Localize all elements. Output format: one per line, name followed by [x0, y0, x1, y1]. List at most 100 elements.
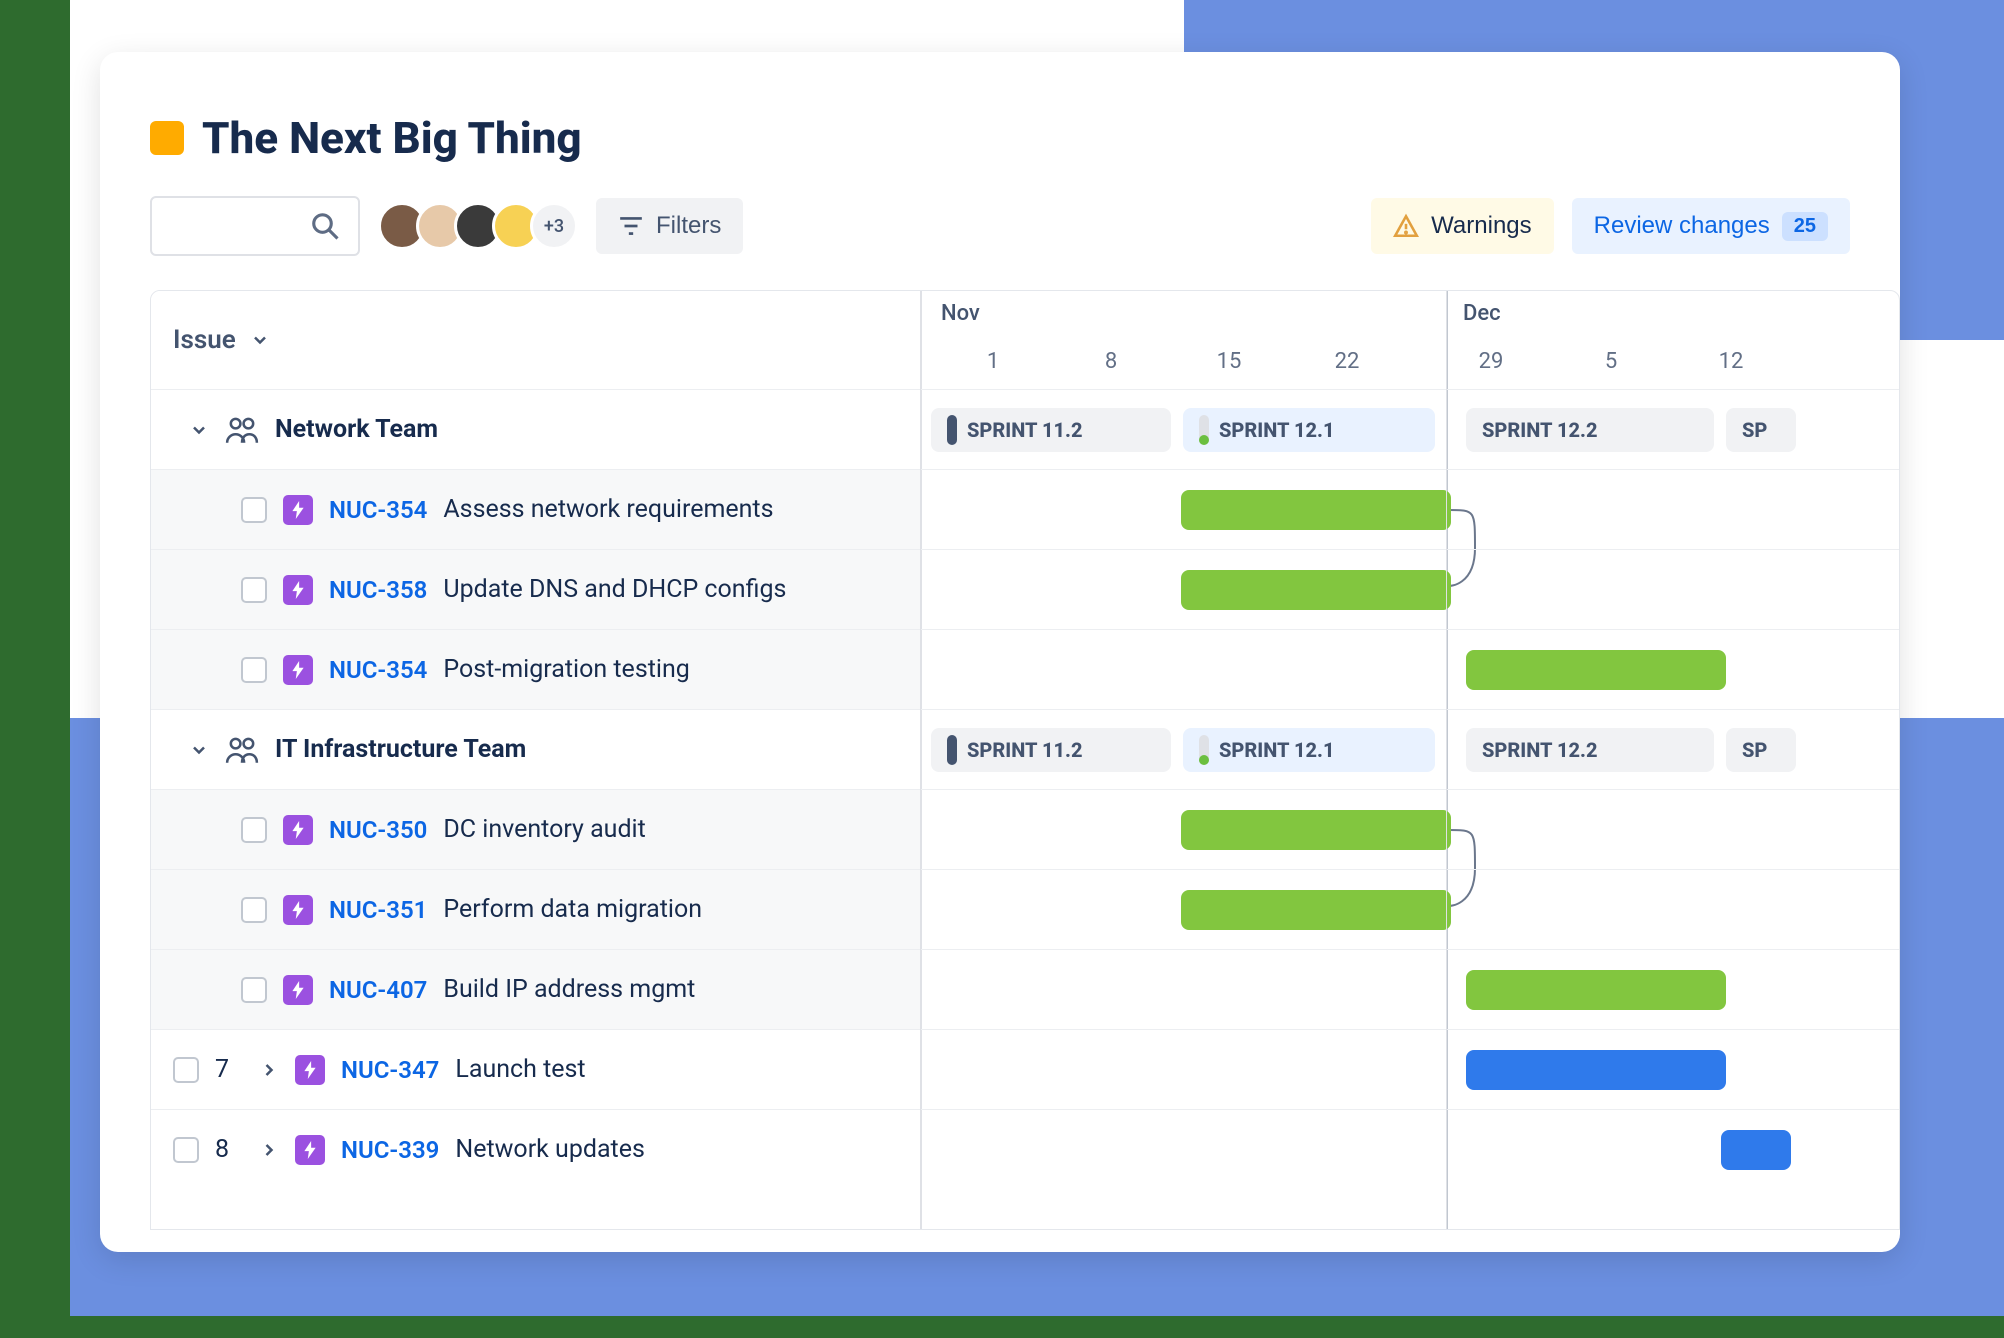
issue-column-header[interactable]: Issue [151, 291, 920, 389]
sprint-chip[interactable]: SP [1726, 728, 1796, 772]
epic-icon [283, 655, 313, 685]
issue-summary: DC inventory audit [443, 815, 645, 844]
epic-icon [283, 495, 313, 525]
issue-summary: Build IP address mgmt [443, 975, 695, 1004]
sprint-label: SPRINT 12.2 [1482, 418, 1598, 442]
issue-summary: Assess network requirements [443, 495, 773, 524]
timeline-bar[interactable] [1181, 810, 1451, 850]
issue-summary: Network updates [455, 1135, 645, 1164]
timeline-lane [921, 629, 1899, 709]
issue-row[interactable]: NUC-351 Perform data migration [151, 869, 920, 949]
row-number: 7 [215, 1055, 243, 1084]
month-label: Nov [941, 301, 980, 326]
checkbox[interactable] [173, 1137, 199, 1163]
checkbox[interactable] [173, 1057, 199, 1083]
bg-shape [0, 1316, 2004, 1338]
checkbox[interactable] [241, 577, 267, 603]
checkbox[interactable] [241, 977, 267, 1003]
issue-summary: Perform data migration [443, 895, 702, 924]
timeline-bar[interactable] [1466, 650, 1726, 690]
month-label: Dec [1463, 301, 1501, 326]
issue-key[interactable]: NUC-339 [341, 1136, 439, 1164]
issue-key[interactable]: NUC-350 [329, 816, 427, 844]
sprint-lane: SPRINT 11.2 SPRINT 12.1 SPRINT 12.2 SP [921, 709, 1899, 789]
team-group-row[interactable]: IT Infrastructure Team [151, 709, 920, 789]
timeline-bar[interactable] [1181, 570, 1451, 610]
timeline-lane [921, 1029, 1899, 1109]
issue-key[interactable]: NUC-351 [329, 896, 427, 924]
day-tick: 1 [987, 349, 999, 374]
issue-key[interactable]: NUC-354 [329, 496, 427, 524]
review-changes-button[interactable]: Review changes 25 [1572, 198, 1850, 254]
team-group-row[interactable]: Network Team [151, 389, 920, 469]
issue-summary: Post-migration testing [443, 655, 689, 684]
sprint-label: SPRINT 12.1 [1219, 738, 1335, 762]
issue-key[interactable]: NUC-407 [329, 976, 427, 1004]
chevron-down-icon [189, 420, 209, 440]
chevron-right-icon [259, 1060, 279, 1080]
sprint-label: SPRINT 11.2 [967, 418, 1083, 442]
timeline-bar[interactable] [1466, 1050, 1726, 1090]
checkbox[interactable] [241, 657, 267, 683]
issue-key[interactable]: NUC-354 [329, 656, 427, 684]
review-count-badge: 25 [1782, 212, 1828, 241]
sprint-chip[interactable]: SPRINT 12.1 [1183, 408, 1435, 452]
day-tick: 29 [1479, 349, 1504, 374]
epic-icon [283, 975, 313, 1005]
avatar-stack[interactable]: +3 [378, 202, 578, 250]
day-tick: 15 [1217, 349, 1242, 374]
app-card: The Next Big Thing +3 Filters Warnings [100, 52, 1900, 1252]
timeline-bar[interactable] [1466, 970, 1726, 1010]
issue-row[interactable]: 7NUC-347Launch test [151, 1029, 920, 1109]
timeline-lane [921, 469, 1899, 549]
sprint-chip[interactable]: SPRINT 12.1 [1183, 728, 1435, 772]
sprint-lane: SPRINT 11.2 SPRINT 12.1 SPRINT 12.2 SP [921, 389, 1899, 469]
issue-key[interactable]: NUC-347 [341, 1056, 439, 1084]
team-icon [225, 414, 259, 446]
checkbox[interactable] [241, 897, 267, 923]
sprint-label: SP [1742, 418, 1767, 442]
issue-row[interactable]: 8NUC-339Network updates [151, 1109, 920, 1189]
timeline-panel[interactable]: NovDec 18152229512 SPRINT 11.2SPRINT 12.… [921, 291, 1899, 1229]
review-label: Review changes [1594, 212, 1770, 240]
sprint-chip[interactable]: SPRINT 12.2 [1466, 408, 1714, 452]
sprint-chip[interactable]: SP [1726, 408, 1796, 452]
sprint-chip[interactable]: SPRINT 12.2 [1466, 728, 1714, 772]
search-input[interactable] [150, 196, 360, 256]
timeline-board: Issue Network Team NUC-354 Assess network … [150, 290, 1900, 1230]
team-name: IT Infrastructure Team [275, 735, 526, 764]
checkbox[interactable] [241, 817, 267, 843]
issue-row[interactable]: NUC-354 Post-migration testing [151, 629, 920, 709]
timeline-lane [921, 789, 1899, 869]
issue-row[interactable]: NUC-354 Assess network requirements [151, 469, 920, 549]
day-tick: 22 [1335, 349, 1360, 374]
team-name: Network Team [275, 415, 438, 444]
warnings-button[interactable]: Warnings [1371, 198, 1553, 254]
sprint-chip[interactable]: SPRINT 11.2 [931, 728, 1171, 772]
filters-button[interactable]: Filters [596, 198, 743, 254]
timeline-lane [921, 869, 1899, 949]
timeline-bar[interactable] [1181, 490, 1451, 530]
issue-row[interactable]: NUC-407 Build IP address mgmt [151, 949, 920, 1029]
issue-column-label: Issue [173, 325, 236, 355]
epic-icon [295, 1135, 325, 1165]
sprint-label: SPRINT 11.2 [967, 738, 1083, 762]
project-icon [150, 121, 184, 155]
timeline-bar[interactable] [1721, 1130, 1791, 1170]
issue-panel: Issue Network Team NUC-354 Assess network … [151, 291, 921, 1229]
timeline-lane [921, 1109, 1899, 1189]
team-icon [225, 734, 259, 766]
issue-key[interactable]: NUC-358 [329, 576, 427, 604]
sprint-chip[interactable]: SPRINT 11.2 [931, 408, 1171, 452]
filter-icon [618, 215, 644, 237]
chevron-down-icon [189, 740, 209, 760]
issue-row[interactable]: NUC-358Update DNS and DHCP configs [151, 549, 920, 629]
timeline-lane [921, 949, 1899, 1029]
project-header: The Next Big Thing [100, 52, 1900, 184]
avatar-more[interactable]: +3 [530, 202, 578, 250]
timeline-bar[interactable] [1181, 890, 1451, 930]
checkbox[interactable] [241, 497, 267, 523]
issue-row[interactable]: NUC-350 DC inventory audit [151, 789, 920, 869]
day-tick: 12 [1719, 349, 1744, 374]
epic-icon [283, 815, 313, 845]
